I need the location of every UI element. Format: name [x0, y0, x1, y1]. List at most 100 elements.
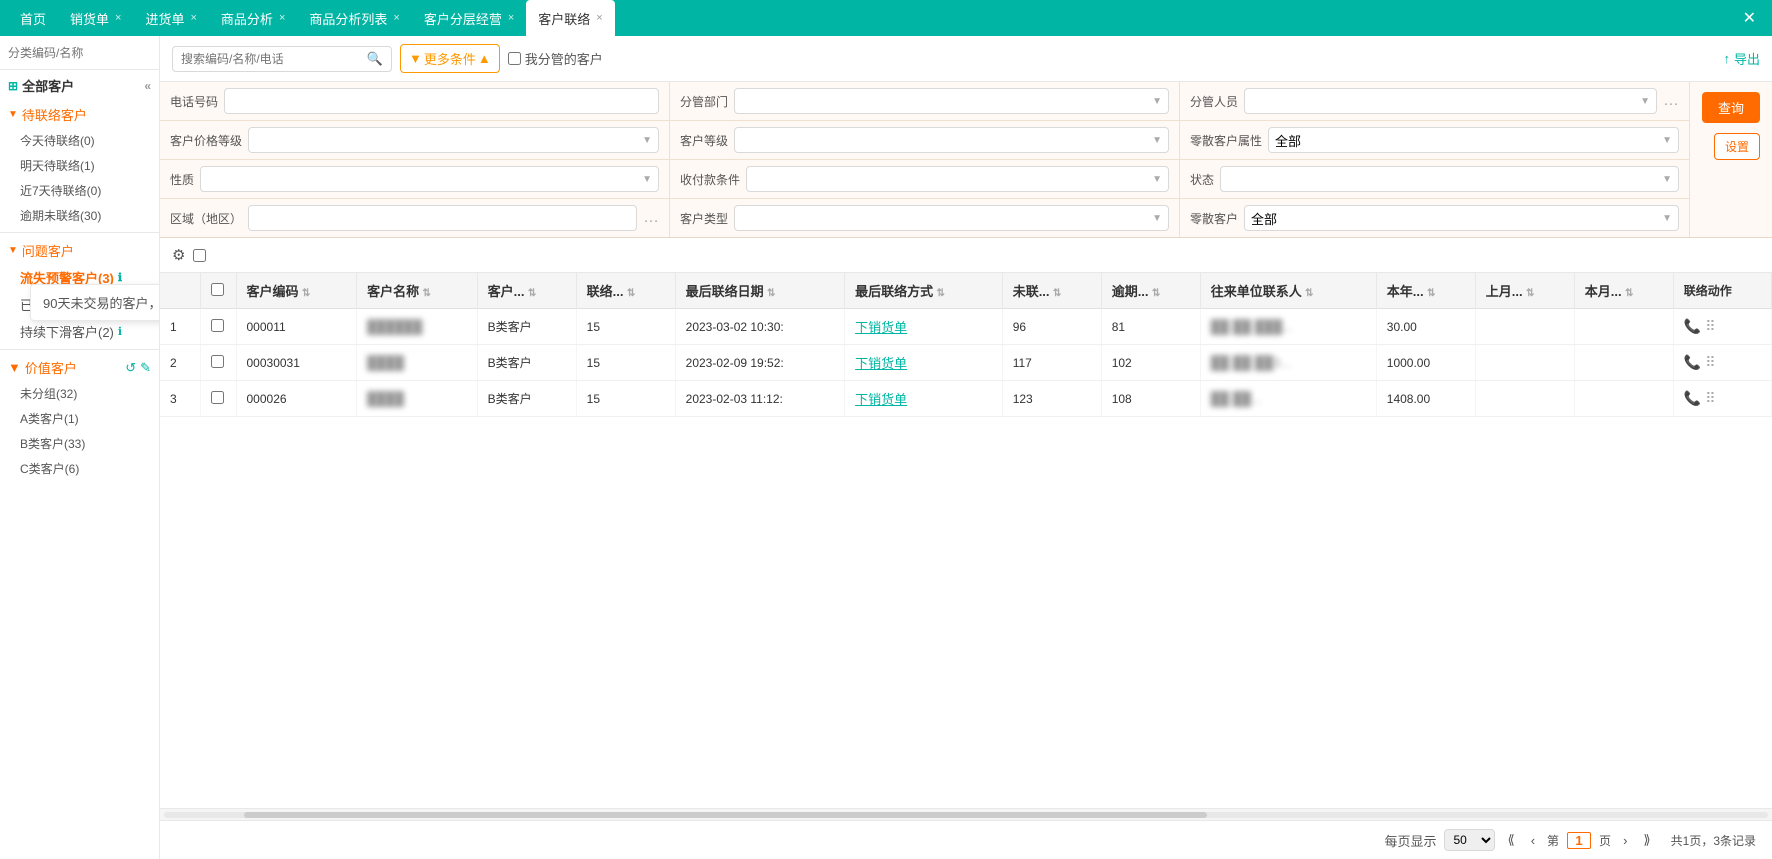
sidebar-group-pending[interactable]: ▼ 待联络客户: [0, 101, 159, 128]
page-prev-btn[interactable]: ‹: [1527, 831, 1539, 850]
scrollbar-track[interactable]: [164, 812, 1768, 818]
sidebar-item-b-class[interactable]: B类客户(33): [0, 431, 159, 456]
sidebar-search-input[interactable]: [8, 46, 160, 60]
adv-field-zero-customer: 零散客户 全部 ▼: [1180, 199, 1689, 237]
chevron-zero-customer: ▼: [1662, 213, 1672, 224]
action-contact-icon-3[interactable]: 📞: [1684, 390, 1701, 407]
td-type-2: B类客户: [477, 345, 576, 381]
tab-close-product-list[interactable]: ×: [393, 12, 399, 24]
table-row: 2 00030031 ████ B类客户 15 2023-02-09 19:52…: [160, 345, 1772, 381]
row-checkbox-1[interactable]: [211, 319, 224, 332]
td-checkbox-1[interactable]: [200, 309, 236, 345]
adv-filter-action-btns: 查询 设置: [1689, 82, 1772, 237]
select-zero-attr[interactable]: 全部 ▼: [1268, 127, 1679, 153]
sidebar-item-declining[interactable]: 持续下滑客户(2) ℹ: [0, 318, 159, 345]
edit-icon-value[interactable]: ✎: [140, 360, 151, 376]
sidebar-item-today[interactable]: 今天待联络(0): [0, 128, 159, 153]
select-person[interactable]: ▼: [1244, 88, 1657, 114]
tab-purchase[interactable]: 进货单 ×: [133, 0, 208, 36]
adv-field-status: 状态 ▼: [1180, 160, 1689, 198]
td-checkbox-3[interactable]: [200, 381, 236, 417]
data-table: 客户编码 ⇅ 客户名称 ⇅ 客户... ⇅ 联络...: [160, 273, 1772, 417]
row-checkbox-3[interactable]: [211, 391, 224, 404]
scrollbar-thumb: [244, 812, 1206, 818]
page-first-btn[interactable]: ⟪: [1503, 830, 1518, 850]
tab-close-purchase[interactable]: ×: [190, 12, 196, 24]
table-settings-icon[interactable]: ⚙: [172, 246, 185, 264]
select-status[interactable]: ▼: [1220, 166, 1679, 192]
sidebar-group-problem[interactable]: ▼ 问题客户: [0, 237, 159, 264]
header-checkbox[interactable]: [211, 283, 224, 296]
select-zero-customer[interactable]: 全部 ▼: [1244, 205, 1679, 231]
all-customers-header[interactable]: ⊞ 全部客户 «: [0, 70, 159, 101]
td-lastmonth-3: [1475, 381, 1574, 417]
sidebar-item-tomorrow[interactable]: 明天待联络(1): [0, 153, 159, 178]
tab-close-product-analysis[interactable]: ×: [279, 12, 285, 24]
filter-search-box: 🔍: [172, 46, 392, 72]
chevron-level: ▼: [1152, 135, 1162, 146]
page-last-btn[interactable]: ⟫: [1639, 830, 1654, 850]
export-btn[interactable]: ↑ 导出: [1723, 49, 1760, 68]
page-next-btn[interactable]: ›: [1619, 831, 1631, 850]
my-customers-checkbox-label[interactable]: 我分管的客户: [508, 49, 603, 68]
tab-product-list[interactable]: 商品分析列表 ×: [297, 0, 411, 36]
td-checkbox-2[interactable]: [200, 345, 236, 381]
td-thismonth-3: [1574, 381, 1673, 417]
col-overdue: 逾期... ⇅: [1101, 273, 1200, 309]
action-contact-icon-2[interactable]: 📞: [1684, 354, 1701, 371]
select-price-level[interactable]: ▼: [248, 127, 659, 153]
sidebar-item-overdue[interactable]: 逾期未联络(30): [0, 203, 159, 228]
tab-customer-contact[interactable]: 客户联络 ×: [526, 0, 614, 36]
sidebar-group-value[interactable]: ▼ 价值客户 ↺ ✎: [0, 354, 159, 381]
select-gender[interactable]: ▼: [200, 166, 659, 192]
dots-person[interactable]: …: [1663, 93, 1679, 109]
link-method-1[interactable]: 下销货单: [855, 320, 907, 335]
td-name-3: ████: [357, 381, 478, 417]
settings-btn[interactable]: 设置: [1714, 133, 1760, 160]
refresh-icon-value[interactable]: ↺: [125, 360, 136, 376]
filter-search-icon[interactable]: 🔍: [367, 51, 383, 67]
tab-customer-stratify[interactable]: 客户分层经营 ×: [412, 0, 526, 36]
input-phone[interactable]: [224, 88, 659, 114]
row-checkbox-2[interactable]: [211, 355, 224, 368]
select-region[interactable]: [248, 205, 637, 231]
link-method-3[interactable]: 下销货单: [855, 392, 907, 407]
action-more-icon-2[interactable]: ⠿: [1705, 354, 1715, 371]
chevron-price-level: ▼: [642, 135, 652, 146]
adv-field-price-level: 客户价格等级 ▼: [160, 121, 670, 159]
action-more-icon-1[interactable]: ⠿: [1705, 318, 1715, 335]
tab-close-sales[interactable]: ×: [115, 12, 121, 24]
select-level[interactable]: ▼: [734, 127, 1169, 153]
link-method-2[interactable]: 下销货单: [855, 356, 907, 371]
action-contact-icon-1[interactable]: 📞: [1684, 318, 1701, 335]
tab-sales[interactable]: 销货单 ×: [58, 0, 133, 36]
sidebar-item-7days[interactable]: 近7天待联络(0): [0, 178, 159, 203]
adv-filter-row-1: 电话号码 分管部门 ▼ 分管人员 ▼: [160, 82, 1689, 121]
select-customer-type[interactable]: ▼: [734, 205, 1169, 231]
sidebar-item-c-class[interactable]: C类客户(6): [0, 456, 159, 481]
query-btn[interactable]: 查询: [1702, 92, 1760, 123]
col-contact: 联络... ⇅: [576, 273, 675, 309]
per-page-select[interactable]: 50 100 200: [1444, 829, 1495, 851]
tab-home[interactable]: 首页: [8, 0, 58, 36]
select-dept[interactable]: ▼: [734, 88, 1169, 114]
collapse-icon[interactable]: «: [144, 79, 151, 93]
sidebar-item-ungrouped[interactable]: 未分组(32): [0, 381, 159, 406]
table-row: 1 000011 ██████ B类客户 15 2023-03-02 10:30…: [160, 309, 1772, 345]
main-layout: 🔍 ⊞ 全部客户 « ▼ 待联络客户 今天待联络(0) 明天待联络(1) 近7天…: [0, 36, 1772, 859]
my-customers-checkbox[interactable]: [508, 52, 521, 65]
tab-product-analysis[interactable]: 商品分析 ×: [209, 0, 297, 36]
col-type: 客户... ⇅: [477, 273, 576, 309]
sort-icon-contact: ⇅: [627, 288, 635, 299]
tab-close-customer-contact[interactable]: ×: [596, 12, 602, 24]
select-all-checkbox[interactable]: [193, 249, 206, 262]
action-more-icon-3[interactable]: ⠿: [1705, 390, 1715, 407]
dots-region[interactable]: …: [643, 210, 659, 226]
sidebar-item-a-class[interactable]: A类客户(1): [0, 406, 159, 431]
tab-close-customer-stratify[interactable]: ×: [508, 12, 514, 24]
filter-search-input[interactable]: [181, 52, 361, 66]
window-close-icon[interactable]: ✕: [1735, 8, 1764, 28]
select-payment[interactable]: ▼: [746, 166, 1169, 192]
more-conditions-btn[interactable]: ▼ 更多条件 ▲: [400, 44, 500, 73]
sort-icon-name: ⇅: [422, 288, 430, 299]
